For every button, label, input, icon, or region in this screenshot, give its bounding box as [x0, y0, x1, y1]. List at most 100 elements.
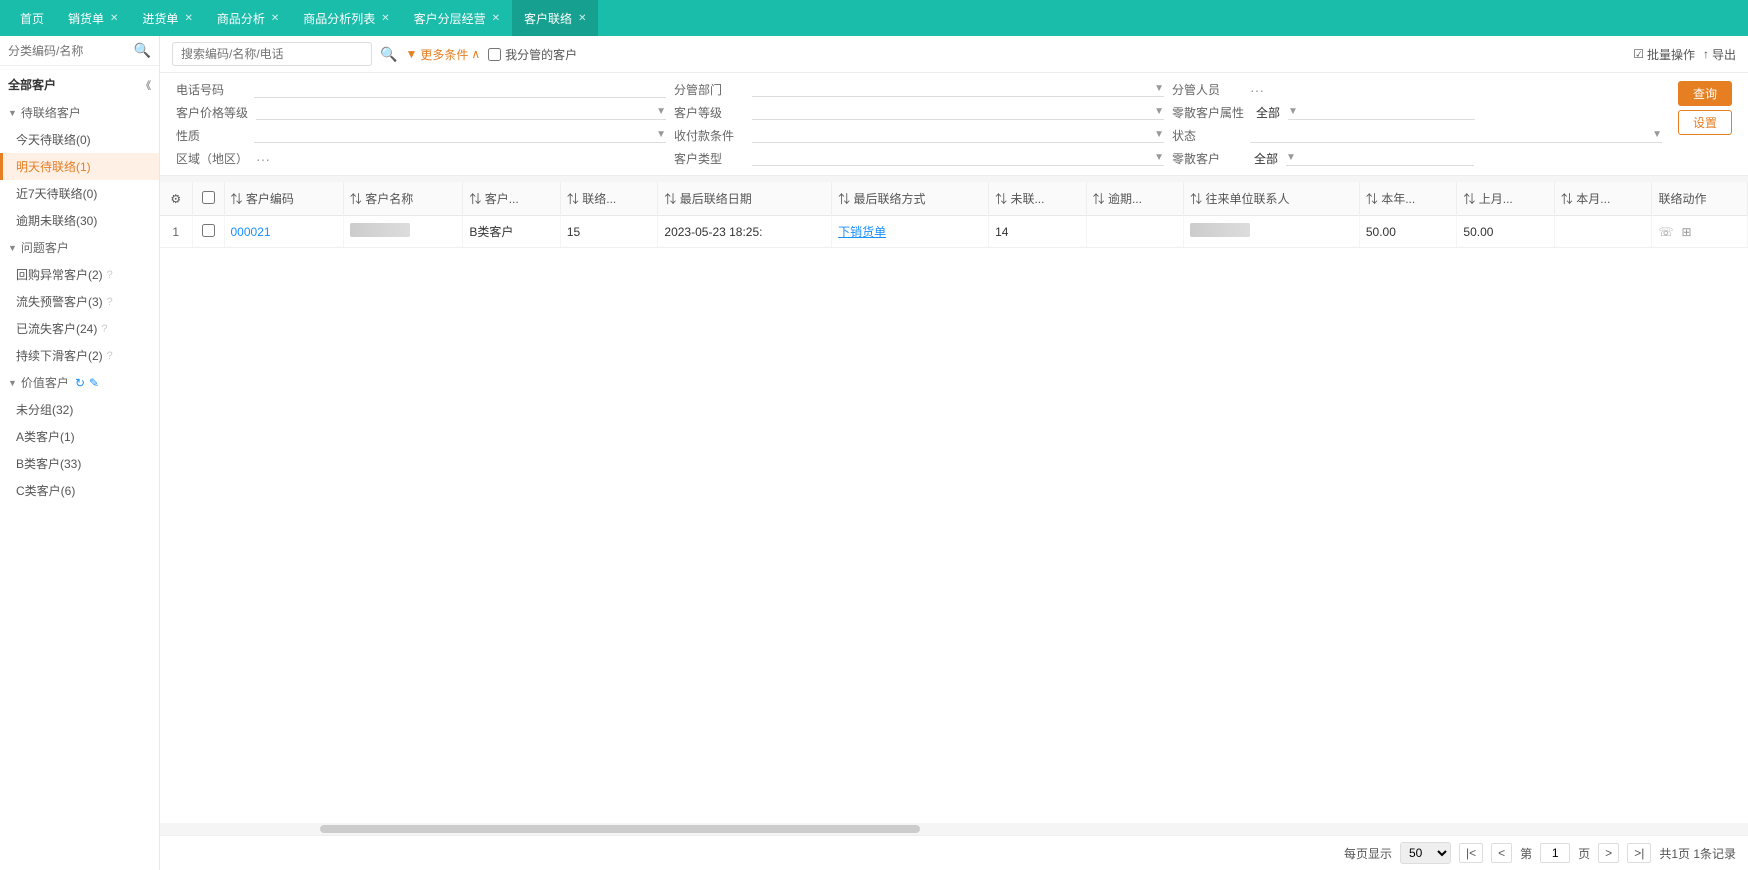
help-icon-0[interactable]: ? — [107, 269, 113, 281]
th-unlinked-days: ⇅ 未联... — [989, 182, 1087, 216]
refresh-icon[interactable]: ↻ — [75, 376, 85, 390]
prev-page-button[interactable]: < — [1491, 843, 1512, 863]
td-unlinked-days: 14 — [989, 216, 1087, 248]
filter-manager-dots[interactable]: ··· — [1250, 82, 1264, 98]
export-button[interactable]: ↑ 导出 — [1703, 46, 1736, 63]
contact-person-blurred — [1190, 223, 1250, 237]
page-input[interactable] — [1540, 843, 1570, 863]
my-customers-checkbox-label[interactable]: 我分管的客户 — [488, 46, 577, 63]
sort-icon-lastmonth: ⇅ — [1463, 192, 1475, 206]
contact-method-link[interactable]: 下销货单 — [838, 225, 886, 239]
filter-cust-type: 客户类型 ▼ — [670, 150, 1168, 167]
help-icon-1[interactable]: ? — [107, 296, 113, 308]
nature-arrow-icon: ▼ — [656, 129, 666, 140]
close-product-analysis-list-icon[interactable]: ✕ — [381, 13, 389, 24]
filter-nature-select[interactable]: ▼ — [254, 129, 666, 143]
sidebar-search-input[interactable] — [8, 44, 130, 58]
query-button[interactable]: 查询 — [1678, 81, 1732, 106]
filter-status-select[interactable]: ▼ — [1250, 129, 1662, 143]
edit-icon[interactable]: ✎ — [89, 376, 99, 390]
td-overdue — [1086, 216, 1184, 248]
horizontal-scrollbar[interactable] — [160, 823, 1748, 835]
row-checkbox[interactable] — [202, 224, 215, 237]
search-input[interactable] — [172, 42, 372, 66]
sidebar-item-declining[interactable]: 持续下滑客户(2) ? — [0, 342, 159, 369]
filter-search-button[interactable]: 🔍 — [380, 46, 397, 63]
th-settings[interactable]: ⚙ — [160, 182, 192, 216]
first-page-button[interactable]: |< — [1459, 843, 1483, 863]
td-customer-name — [343, 216, 462, 248]
filter-retail-attr-select[interactable]: ▼ — [1288, 106, 1475, 120]
action-grid-icon[interactable]: ⊞ — [1681, 225, 1691, 239]
sort-icon-type: ⇅ — [469, 192, 481, 206]
filter-customer-tier-select[interactable]: ▼ — [752, 106, 1164, 120]
nav-product-analysis[interactable]: 商品分析 ✕ — [205, 0, 291, 36]
customer-tier-arrow-icon: ▼ — [1154, 106, 1164, 117]
td-index: 1 — [160, 216, 192, 248]
th-this-year: ⇅ 本年... — [1359, 182, 1457, 216]
filter-price-tier-select[interactable]: ▼ — [256, 106, 666, 120]
sidebar-item-overdue[interactable]: 逾期未联络(30) — [0, 207, 159, 234]
sidebar-item-today[interactable]: 今天待联络(0) — [0, 126, 159, 153]
settings-icon[interactable]: ⚙ — [170, 192, 181, 206]
sidebar-item-ungrouped[interactable]: 未分组(32) — [0, 396, 159, 423]
close-customer-tier-icon[interactable]: ✕ — [492, 13, 500, 24]
last-page-button[interactable]: >| — [1627, 843, 1651, 863]
my-customers-checkbox[interactable] — [488, 48, 501, 61]
th-contact-count: ⇅ 联络... — [560, 182, 658, 216]
close-sales-order-icon[interactable]: ✕ — [110, 13, 118, 24]
sidebar-item-churned[interactable]: 已流失客户(24) ? — [0, 315, 159, 342]
table-select-all-checkbox[interactable] — [202, 191, 215, 204]
filter-dept-select[interactable]: ▼ — [752, 83, 1164, 97]
td-contact-count: 15 — [560, 216, 658, 248]
close-product-analysis-icon[interactable]: ✕ — [271, 13, 279, 24]
sidebar-item-7days[interactable]: 近7天待联络(0) — [0, 180, 159, 207]
filter-region-dots[interactable]: ··· — [256, 151, 270, 167]
more-conditions-button[interactable]: ▼ 更多条件 ∧ — [405, 46, 480, 63]
all-customers-item[interactable]: 全部客户 《 — [0, 70, 159, 99]
scrollbar-thumb[interactable] — [320, 825, 920, 833]
per-page-select[interactable]: 50 100 200 — [1400, 842, 1451, 864]
sort-icon: ⇅ — [231, 192, 243, 206]
sidebar-item-churn-warning[interactable]: 流失预警客户(3) ? — [0, 288, 159, 315]
nav-customer-contact[interactable]: 客户联络 ✕ — [512, 0, 598, 36]
help-icon-3[interactable]: ? — [107, 350, 113, 362]
sidebar-item-class-c[interactable]: C类客户(6) — [0, 477, 159, 504]
nav-purchase-order[interactable]: 进货单 ✕ — [130, 0, 204, 36]
filter-payment-select[interactable]: ▼ — [752, 129, 1164, 143]
filter-row-4: 区域（地区） ··· 客户类型 ▼ 零散客户 全部 — [172, 150, 1666, 167]
sidebar-search-icon[interactable]: 🔍 — [134, 42, 151, 59]
filter-manager: 分管人员 ··· — [1168, 81, 1666, 98]
nav-sales-order[interactable]: 销货单 ✕ — [56, 0, 130, 36]
filter-cust-type-select[interactable]: ▼ — [752, 152, 1164, 166]
filter-retail-cust: 零散客户 全部 ▼ — [1168, 150, 1666, 167]
sidebar-item-class-b[interactable]: B类客户(33) — [0, 450, 159, 477]
nav-customer-tier[interactable]: 客户分层经营 ✕ — [402, 0, 512, 36]
chevron-up-icon: ∧ — [471, 47, 480, 61]
sidebar-item-abnormal-repurchase[interactable]: 回购异常客户(2) ? — [0, 261, 159, 288]
top-navigation: 首页 销货单 ✕ 进货单 ✕ 商品分析 ✕ 商品分析列表 ✕ 客户分层经营 ✕ … — [0, 0, 1748, 36]
sidebar-item-class-a[interactable]: A类客户(1) — [0, 423, 159, 450]
sidebar-item-tomorrow[interactable]: 明天待联络(1) — [0, 153, 159, 180]
filter-phone-input[interactable] — [254, 81, 666, 95]
retail-attr-arrow-icon: ▼ — [1288, 106, 1298, 117]
total-records: 共1页 1条记录 — [1659, 845, 1736, 862]
filter-retail-cust-select[interactable]: ▼ — [1286, 152, 1474, 166]
nav-product-analysis-list[interactable]: 商品分析列表 ✕ — [291, 0, 401, 36]
action-icons: ☏ ⊞ — [1658, 225, 1741, 239]
set-button[interactable]: 设置 — [1678, 110, 1732, 135]
next-page-button[interactable]: > — [1598, 843, 1619, 863]
nav-home[interactable]: 首页 — [8, 0, 56, 36]
payment-arrow-icon: ▼ — [1154, 129, 1164, 140]
th-last-contact-date: ⇅ 最后联络日期 — [658, 182, 832, 216]
close-customer-contact-icon[interactable]: ✕ — [578, 13, 586, 24]
action-phone-icon[interactable]: ☏ — [1658, 225, 1673, 239]
filter-phone: 电话号码 — [172, 81, 670, 98]
sidebar-group-pending: 待联络客户 — [0, 99, 159, 126]
sidebar-section: 全部客户 《 待联络客户 今天待联络(0) 明天待联络(1) 近7天待联络(0)… — [0, 66, 159, 508]
close-purchase-order-icon[interactable]: ✕ — [184, 13, 192, 24]
help-icon-2[interactable]: ? — [101, 323, 107, 335]
customer-code-link[interactable]: 000021 — [231, 225, 271, 239]
batch-op-button[interactable]: ☑ 批量操作 — [1633, 46, 1695, 63]
filter-row-2: 客户价格等级 ▼ 客户等级 ▼ — [172, 104, 1666, 121]
